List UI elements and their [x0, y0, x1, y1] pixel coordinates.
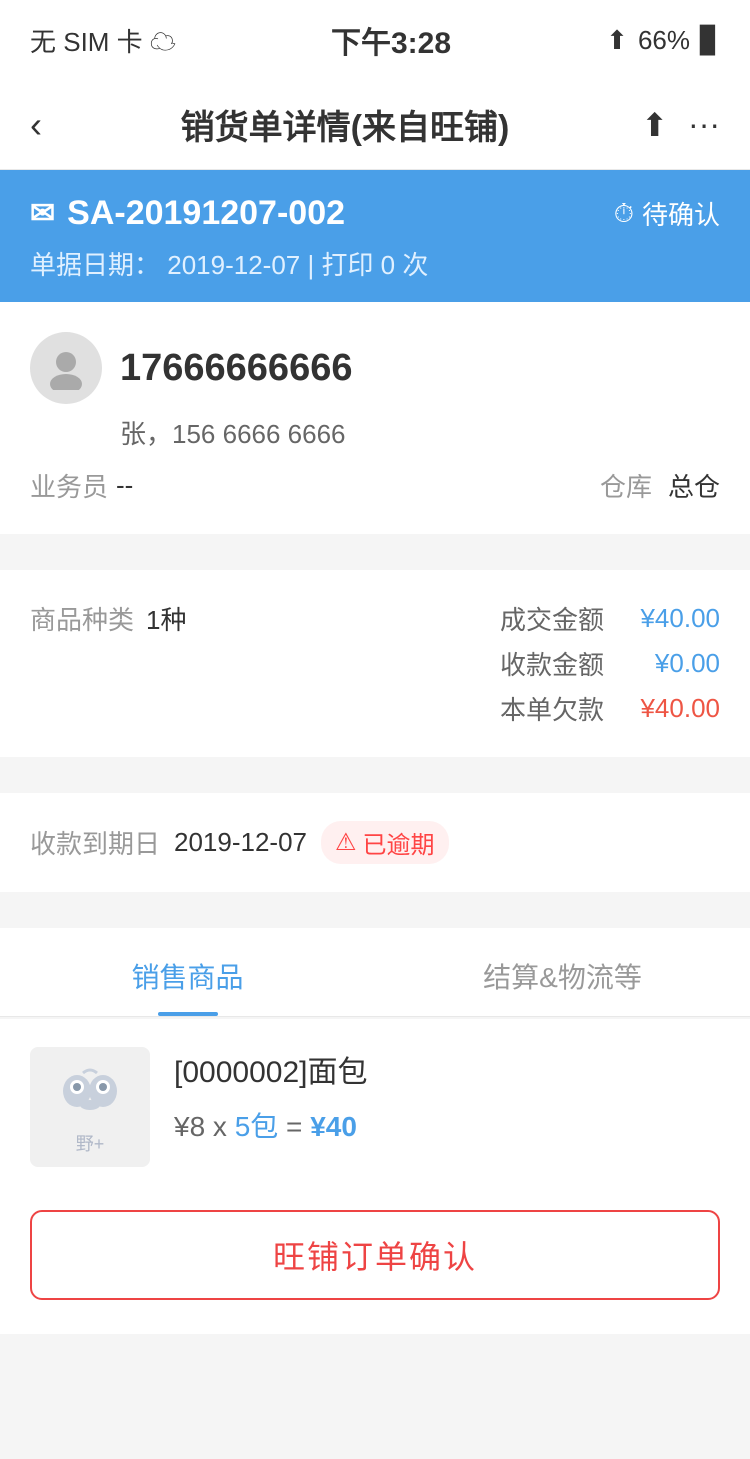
- due-date-label: 收款到期日: [30, 824, 160, 861]
- sales-label: 业务员: [30, 467, 108, 504]
- product-total: ¥40: [310, 1111, 357, 1142]
- battery-icon: ▊: [700, 25, 720, 56]
- order-status: ⏱ 待确认: [614, 195, 720, 232]
- tabs-bar: 销售商品 结算&物流等: [0, 928, 750, 1017]
- nav-bar: ‹ 销货单详情(来自旺铺) ⬆ ···: [0, 80, 750, 170]
- separator-3: [0, 910, 750, 928]
- due-date-value: 2019-12-07: [174, 827, 307, 858]
- bottom-bar: 旺铺订单确认: [0, 1190, 750, 1334]
- customer-info-card: 17666666666 张，156 6666 6666 业务员 -- 仓库 总仓: [0, 302, 750, 534]
- order-date: 2019-12-07: [167, 250, 300, 280]
- status-text: 待确认: [642, 195, 720, 232]
- received-value: ¥0.00: [620, 648, 720, 679]
- product-details: [0000002]面包 ¥8 x 5包 = ¥40: [174, 1047, 720, 1145]
- status-left: 无 SIM 卡 ☁: [30, 22, 176, 59]
- page-title: 销货单详情(来自旺铺): [90, 100, 600, 149]
- nav-actions: ⬆ ···: [600, 106, 720, 144]
- signal-icon: ⬆: [606, 25, 628, 56]
- summary-top: 商品种类 1种 成交金额 ¥40.00 收款金额 ¥0.00 本单欠款 ¥40.…: [30, 600, 720, 727]
- product-name: [0000002]面包: [174, 1047, 720, 1091]
- order-banner: ✉ SA-20191207-002 ⏱ 待确认 单据日期： 2019-12-07…: [0, 170, 750, 302]
- confirm-order-button[interactable]: 旺铺订单确认: [30, 1210, 720, 1300]
- status-bar: 无 SIM 卡 ☁ 下午3:28 ⬆ 66% ▊: [0, 0, 750, 80]
- amount-row: 成交金额 ¥40.00: [500, 600, 720, 637]
- debt-value: ¥40.00: [620, 693, 720, 724]
- sim-status: 无 SIM 卡 ☁: [30, 22, 176, 59]
- print-info: | 打印 0 次: [307, 250, 428, 280]
- due-date-card: 收款到期日 2019-12-07 ⚠ 已逾期: [0, 793, 750, 892]
- overdue-text: 已逾期: [363, 825, 435, 860]
- more-icon[interactable]: ···: [688, 106, 720, 143]
- overdue-icon: ⚠: [335, 828, 357, 857]
- share-icon[interactable]: ⬆: [641, 106, 668, 144]
- product-price-row: ¥8 x 5包 = ¥40: [174, 1105, 720, 1145]
- status-clock-icon: ⏱: [614, 198, 634, 230]
- separator-1: [0, 552, 750, 570]
- order-id: ✉ SA-20191207-002: [30, 194, 345, 233]
- date-label: 单据日期：: [30, 250, 160, 280]
- tab-sales-product[interactable]: 销售商品: [0, 928, 375, 1016]
- product-type-value: 1种: [146, 600, 186, 637]
- summary-card: 商品种类 1种 成交金额 ¥40.00 收款金额 ¥0.00 本单欠款 ¥40.…: [0, 570, 750, 757]
- status-time: 下午3:28: [331, 18, 451, 62]
- customer-row: 17666666666: [30, 332, 720, 404]
- amount-info: 成交金额 ¥40.00 收款金额 ¥0.00 本单欠款 ¥40.00: [500, 600, 720, 727]
- order-date-row: 单据日期： 2019-12-07 | 打印 0 次: [30, 245, 720, 282]
- received-row: 收款金额 ¥0.00: [500, 645, 720, 682]
- received-label: 收款金额: [500, 645, 604, 682]
- status-right: ⬆ 66% ▊: [606, 25, 720, 56]
- thumb-inner: 野+: [55, 1059, 125, 1156]
- customer-extra-row: 业务员 -- 仓库 总仓: [30, 467, 720, 504]
- warehouse-label: 仓库: [600, 467, 652, 504]
- customer-name: 张，156 6666 6666: [120, 414, 720, 451]
- back-button[interactable]: ‹: [30, 104, 90, 146]
- order-id-text: SA-20191207-002: [67, 194, 345, 233]
- debt-label: 本单欠款: [500, 690, 604, 727]
- equals-sign: =: [278, 1111, 310, 1142]
- product-item: 野+ [0000002]面包 ¥8 x 5包 = ¥40: [0, 1019, 750, 1195]
- product-qty: 5包: [235, 1111, 279, 1142]
- amount-label: 成交金额: [500, 600, 604, 637]
- amount-value: ¥40.00: [620, 603, 720, 634]
- warehouse-value: 总仓: [668, 467, 720, 504]
- customer-phone: 17666666666: [120, 347, 352, 390]
- sales-value: --: [116, 470, 133, 501]
- product-type-label: 商品种类: [30, 600, 134, 637]
- product-thumbnail: 野+: [30, 1047, 150, 1167]
- battery-level: 66%: [638, 25, 690, 56]
- product-type-info: 商品种类 1种: [30, 600, 186, 637]
- debt-row: 本单欠款 ¥40.00: [500, 690, 720, 727]
- avatar: [30, 332, 102, 404]
- thumb-label: 野+: [55, 1130, 125, 1156]
- overdue-badge: ⚠ 已逾期: [321, 821, 449, 864]
- product-price: ¥8 x: [174, 1111, 235, 1142]
- order-id-row: ✉ SA-20191207-002 ⏱ 待确认: [30, 194, 720, 233]
- separator-2: [0, 775, 750, 793]
- tab-settlement-logistics[interactable]: 结算&物流等: [375, 928, 750, 1016]
- order-id-icon: ✉: [30, 196, 55, 231]
